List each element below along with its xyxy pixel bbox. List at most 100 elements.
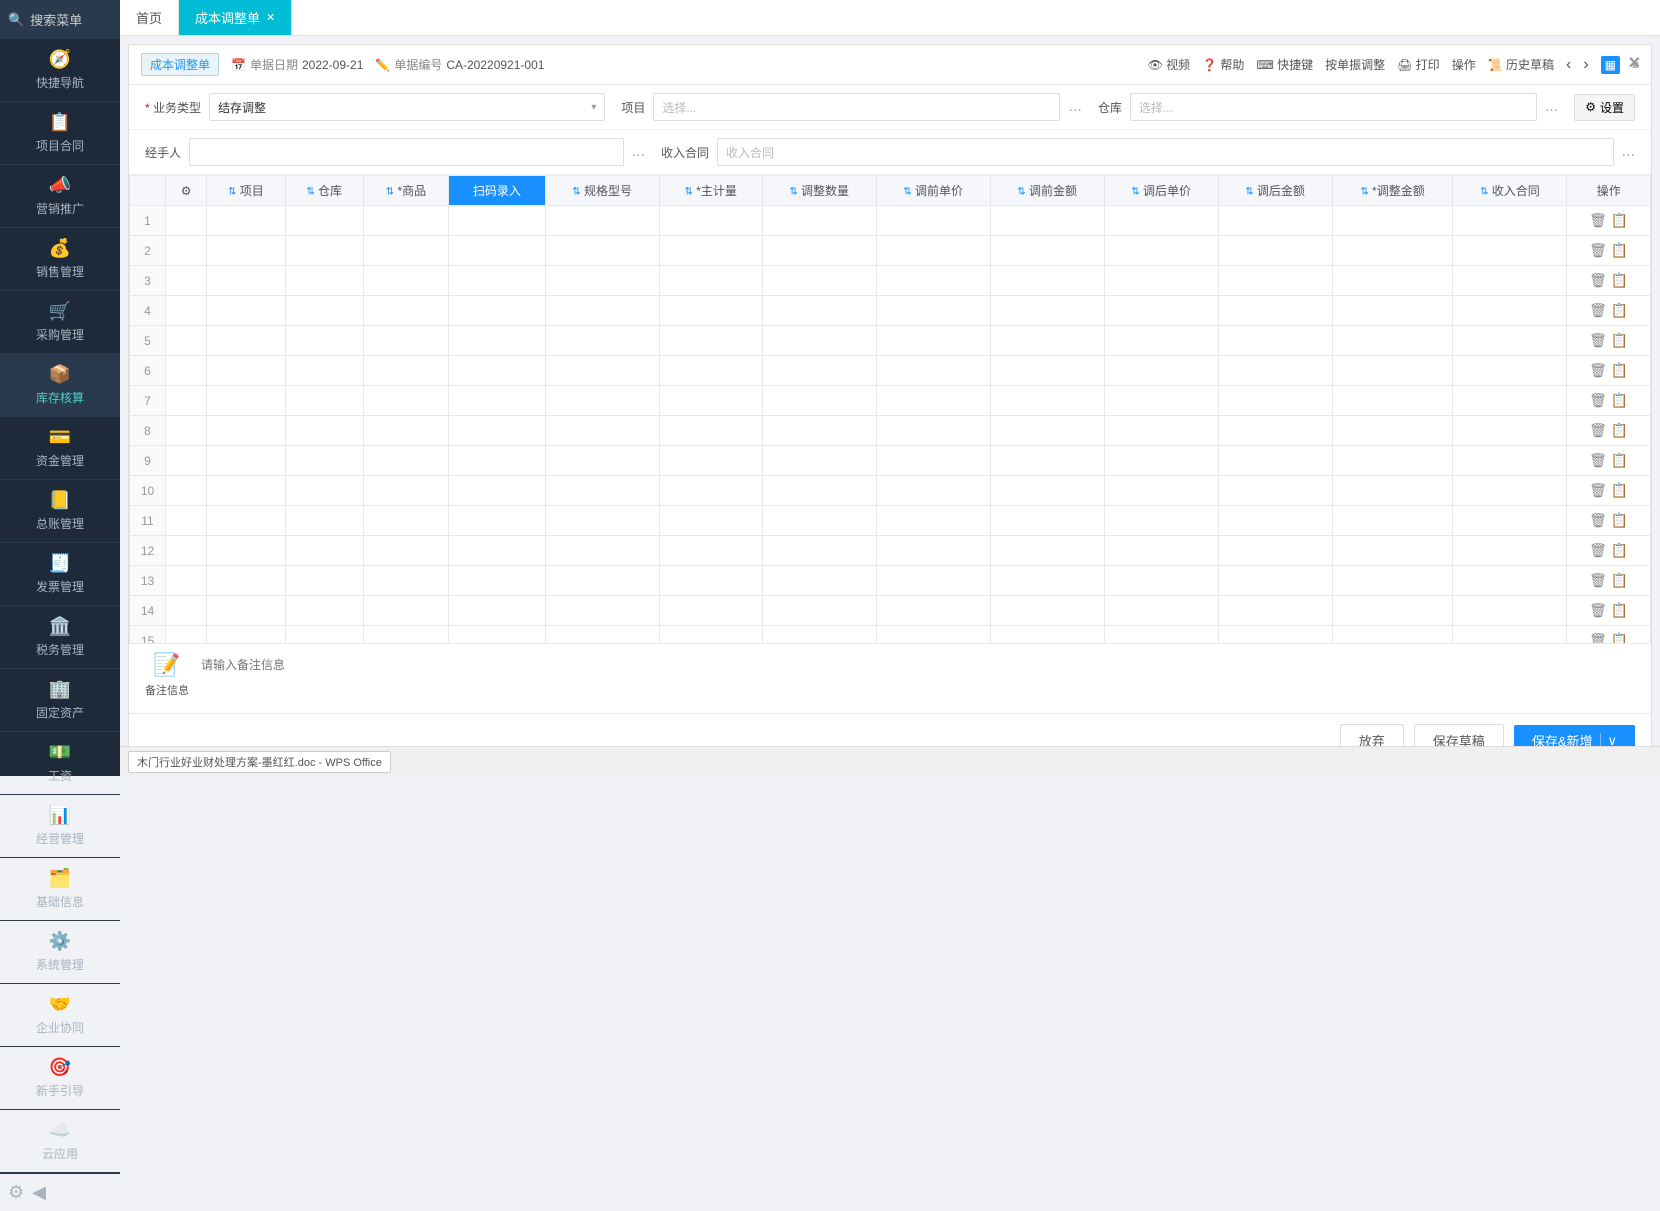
cell-after-price[interactable] [1104,356,1218,386]
cell-before-price[interactable] [876,476,990,506]
cell-warehouse[interactable] [285,236,363,266]
cell-income-contract[interactable] [1453,536,1567,566]
delete-icon[interactable]: 🗑 [1589,212,1607,229]
cell-product[interactable] [363,596,448,626]
cell-after-price[interactable] [1104,566,1218,596]
cell-adjust-amount[interactable] [1332,596,1453,626]
sidebar-item-sales-management[interactable]: 💰 销售管理 [0,228,120,291]
operation-action[interactable]: 操作 [1452,56,1476,73]
sidebar-item-system[interactable]: ⚙️ 系统管理 [0,921,120,984]
cell-project[interactable] [207,266,285,296]
cell-unit[interactable] [659,236,762,266]
print-action[interactable]: 🖨 打印 [1397,56,1440,73]
sidebar-item-fund-management[interactable]: 💳 资金管理 [0,417,120,480]
col-after-price[interactable]: ⇅ 调后单价 [1104,176,1218,206]
cell-income-contract[interactable] [1453,566,1567,596]
cell-adjust-qty[interactable] [762,266,876,296]
cell-product[interactable] [363,506,448,536]
sidebar-item-new-guide[interactable]: 🎯 新手引导 [0,1047,120,1110]
cell-after-amount[interactable] [1218,206,1332,236]
cell-before-price[interactable] [876,596,990,626]
nav-prev-icon[interactable]: ‹ [1566,56,1571,74]
cell-income-contract[interactable] [1453,416,1567,446]
cell-before-amount[interactable] [990,296,1104,326]
cell-adjust-amount[interactable] [1332,446,1453,476]
sidebar-item-fixed-assets[interactable]: 🏢 固定资产 [0,669,120,732]
cell-adjust-amount[interactable] [1332,266,1453,296]
cell-spec[interactable] [545,206,659,236]
cell-adjust-qty[interactable] [762,446,876,476]
cell-before-price[interactable] [876,386,990,416]
cell-after-amount[interactable] [1218,386,1332,416]
cell-product[interactable] [363,626,448,644]
cell-adjust-amount[interactable] [1332,626,1453,644]
cell-before-amount[interactable] [990,446,1104,476]
cell-warehouse[interactable] [285,386,363,416]
cell-spec[interactable] [545,446,659,476]
cell-spec[interactable] [545,566,659,596]
sidebar-item-invoice[interactable]: 🧾 发票管理 [0,543,120,606]
cell-scan[interactable] [449,596,546,626]
copy-icon[interactable]: 📋 [1611,452,1628,469]
cell-before-price[interactable] [876,446,990,476]
cell-unit[interactable] [659,536,762,566]
cell-before-price[interactable] [876,416,990,446]
cell-adjust-qty[interactable] [762,536,876,566]
cell-adjust-amount[interactable] [1332,506,1453,536]
cell-after-amount[interactable] [1218,506,1332,536]
cell-product[interactable] [363,536,448,566]
adjust-action[interactable]: 按单振调整 [1325,56,1385,73]
delete-icon[interactable]: 🗑 [1589,632,1607,643]
sidebar-item-project-contract[interactable]: 📋 项目合同 [0,102,120,165]
copy-icon[interactable]: 📋 [1611,422,1628,439]
cell-after-amount[interactable] [1218,476,1332,506]
cell-adjust-qty[interactable] [762,566,876,596]
copy-icon[interactable]: 📋 [1611,272,1628,289]
sidebar-item-salary[interactable]: 💵 工资 [0,732,120,795]
copy-icon[interactable]: 📋 [1611,542,1628,559]
cell-income-contract[interactable] [1453,356,1567,386]
project-ellipsis[interactable]: ... [1068,98,1081,116]
cell-after-price[interactable] [1104,596,1218,626]
tab-close-icon[interactable]: ✕ [266,11,275,24]
cell-adjust-qty[interactable] [762,356,876,386]
cell-scan[interactable] [449,626,546,644]
cell-adjust-amount[interactable] [1332,386,1453,416]
delete-icon[interactable]: 🗑 [1589,422,1607,439]
cell-before-amount[interactable] [990,506,1104,536]
cell-project[interactable] [207,536,285,566]
cell-income-contract[interactable] [1453,446,1567,476]
view-action[interactable]: 👁 视频 [1148,56,1191,73]
cell-adjust-qty[interactable] [762,626,876,644]
cell-project[interactable] [207,386,285,416]
settings-bottom-icon[interactable]: ⚙ [8,1182,24,1203]
sidebar-item-purchase-management[interactable]: 🛒 采购管理 [0,291,120,354]
delete-icon[interactable]: 🗑 [1589,482,1607,499]
cell-product[interactable] [363,566,448,596]
cell-before-amount[interactable] [990,416,1104,446]
cell-after-amount[interactable] [1218,296,1332,326]
delete-icon[interactable]: 🗑 [1589,272,1607,289]
cell-spec[interactable] [545,326,659,356]
col-unit[interactable]: ⇅ *主计量 [659,176,762,206]
cell-warehouse[interactable] [285,536,363,566]
cell-income-contract[interactable] [1453,236,1567,266]
cell-before-amount[interactable] [990,476,1104,506]
sidebar-item-quick-nav[interactable]: 🧭 快捷导航 [0,39,120,102]
cell-income-contract[interactable] [1453,266,1567,296]
cell-before-amount[interactable] [990,206,1104,236]
cell-project[interactable] [207,236,285,266]
cell-after-amount[interactable] [1218,596,1332,626]
cell-after-price[interactable] [1104,236,1218,266]
cell-scan[interactable] [449,296,546,326]
cell-unit[interactable] [659,506,762,536]
cell-before-price[interactable] [876,536,990,566]
cell-adjust-qty[interactable] [762,326,876,356]
cell-scan[interactable] [449,476,546,506]
cell-product[interactable] [363,446,448,476]
cell-after-price[interactable] [1104,416,1218,446]
cell-after-price[interactable] [1104,206,1218,236]
cell-unit[interactable] [659,416,762,446]
cell-adjust-amount[interactable] [1332,326,1453,356]
col-gear[interactable]: ⚙ [166,176,207,206]
